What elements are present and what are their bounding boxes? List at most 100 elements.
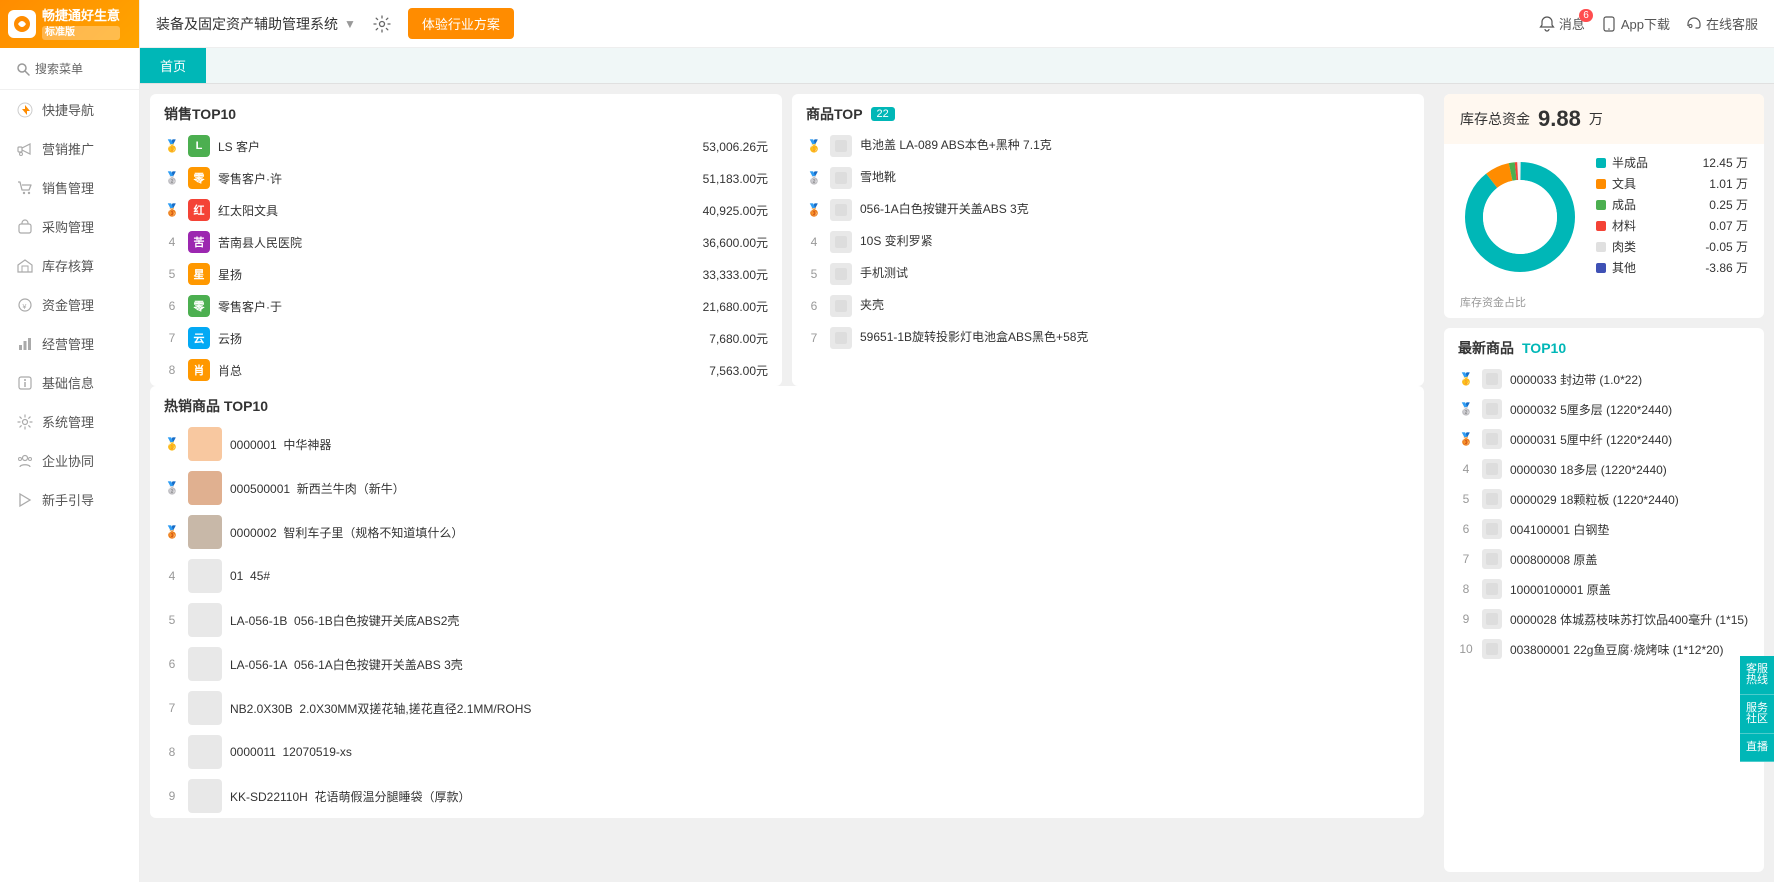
tab-bar: 首页 — [140, 48, 1774, 84]
gear-button[interactable] — [368, 10, 396, 38]
sidebar-nav: 快捷导航 营销推广 销售管理 采购管理 库存核算 — [0, 90, 139, 882]
sidebar-item-system[interactable]: 系统管理 — [0, 402, 139, 441]
new-product-3: 🥉 0000031 5厘中纤 (1220*2440) — [1444, 424, 1764, 454]
product-sale-row-3: 🥉 056-1A白色按键开关盖ABS 3克 — [792, 194, 1424, 226]
customer-row-1: 🥇 L LS 客户 53,006.26元 — [150, 130, 782, 162]
legend-meat: 肉类 -0.05 万 — [1596, 238, 1748, 255]
inventory-panel: 库存总资金 9.88 万 — [1444, 94, 1764, 318]
customer-row-4: 4 苦 苦南县人民医院 36,600.00元 — [150, 226, 782, 258]
hot-img-1 — [188, 427, 222, 461]
main-container: 装备及固定资产辅助管理系统 ▼ 体验行业方案 消息 6 App下载 在线客服 — [140, 0, 1774, 882]
avatar-4: 苦 — [188, 231, 210, 253]
customers-panel: 销售TOP10 🥇 L LS 客户 53,006.26元 🥈 零 零售客户·许 — [150, 94, 782, 386]
product-img-6 — [830, 295, 852, 317]
inventory-body: 半成品 12.45 万 文具 1.01 万 成品 0.25 万 — [1444, 144, 1764, 290]
float-btn-community[interactable]: 服务社区 — [1740, 695, 1774, 734]
search-menu-btn[interactable]: 搜索菜单 — [10, 56, 129, 81]
legend-stationery: 文具 1.01 万 — [1596, 175, 1748, 192]
product-sale-row-5: 5 手机测试 — [792, 258, 1424, 290]
megaphone-icon — [16, 140, 34, 158]
new-product-7: 7 000800008 原盖 — [1444, 544, 1764, 574]
tab-home[interactable]: 首页 — [140, 48, 206, 83]
header-right: 消息 6 App下载 在线客服 — [1539, 14, 1758, 33]
chart-icon — [16, 335, 34, 353]
hot-item-7: 7 NB2.0X30B 2.0X30MM双搓花轴,搓花直径2.1MM/ROHS — [150, 686, 1424, 730]
new-product-img-8 — [1482, 579, 1502, 599]
avatar-7: 云 — [188, 327, 210, 349]
product-img-7 — [830, 327, 852, 349]
products-badge: 22 — [871, 107, 895, 121]
new-product-5: 5 0000029 18颗粒板 (1220*2440) — [1444, 484, 1764, 514]
hot-img-9 — [188, 779, 222, 813]
avatar-6: 零 — [188, 295, 210, 317]
notifications-item[interactable]: 消息 6 — [1539, 14, 1585, 33]
sidebar-item-guide[interactable]: 新手引导 — [0, 480, 139, 519]
new-product-img-1 — [1482, 369, 1502, 389]
product-sale-row-4: 4 10S 变利罗紧 — [792, 226, 1424, 258]
customers-header: 销售TOP10 — [150, 94, 782, 130]
donut-chart — [1460, 157, 1580, 277]
customer-service-item[interactable]: 在线客服 — [1686, 14, 1758, 33]
hot-img-4 — [188, 559, 222, 593]
flash-icon — [16, 101, 34, 119]
sidebar-item-operations[interactable]: 经营管理 — [0, 324, 139, 363]
top-two-panels: 销售TOP10 🥇 L LS 客户 53,006.26元 🥈 零 零售客户·许 — [150, 94, 1424, 386]
hot-header: 热销商品 TOP10 — [150, 386, 1424, 422]
svg-text:¥: ¥ — [23, 304, 27, 311]
hot-item-3: 🥉 0000002 智利车子里（规格不知道填什么） — [150, 510, 1424, 554]
customer-row-7: 7 云 云扬 7,680.00元 — [150, 322, 782, 354]
sidebar-item-inventory[interactable]: 库存核算 — [0, 246, 139, 285]
avatar-5: 星 — [188, 263, 210, 285]
sidebar-item-enterprise[interactable]: 企业协同 — [0, 441, 139, 480]
dropdown-icon[interactable]: ▼ — [344, 17, 356, 31]
hot-products-section: 热销商品 TOP10 🥇 0000001 中华神器 🥈 000500001 新西… — [150, 386, 1424, 818]
inventory-header: 库存总资金 9.88 万 — [1444, 94, 1764, 144]
product-sale-row-1: 🥇 电池盖 LA-089 ABS本色+黑种 7.1克 — [792, 130, 1424, 162]
avatar-3: 红 — [188, 199, 210, 221]
hot-item-8: 8 0000011 12070519-xs — [150, 730, 1424, 774]
new-product-10: 10 003800001 22g鱼豆腐·烧烤味 (1*12*20) — [1444, 634, 1764, 664]
hot-img-8 — [188, 735, 222, 769]
new-product-img-5 — [1482, 489, 1502, 509]
float-buttons: 客服热线 服务社区 直播 — [1740, 656, 1774, 762]
system-title: 装备及固定资产辅助管理系统 ▼ — [156, 14, 356, 34]
float-btn-service[interactable]: 客服热线 — [1740, 656, 1774, 695]
sidebar-item-marketing[interactable]: 营销推广 — [0, 129, 139, 168]
inventory-sub-label: 库存资金占比 — [1444, 290, 1764, 318]
products-header: 商品TOP 22 — [792, 94, 1424, 130]
logo-icon — [8, 10, 36, 38]
hot-item-1: 🥇 0000001 中华神器 — [150, 422, 1424, 466]
float-btn-live[interactable]: 直播 — [1740, 734, 1774, 762]
group-icon — [16, 452, 34, 470]
rank-medal-silver: 🥈 — [164, 171, 180, 185]
legend-material: 材料 0.07 万 — [1596, 217, 1748, 234]
avatar-1: L — [188, 135, 210, 157]
sidebar-item-quick[interactable]: 快捷导航 — [0, 90, 139, 129]
hot-img-2 — [188, 471, 222, 505]
content-area: 销售TOP10 🥇 L LS 客户 53,006.26元 🥈 零 零售客户·许 — [140, 84, 1774, 882]
hot-item-2: 🥈 000500001 新西兰牛肉（新牛） — [150, 466, 1424, 510]
sidebar: 畅捷通好生意 标准版 搜索菜单 快捷导航 营销推广 销售管理 — [0, 0, 140, 882]
new-product-img-2 — [1482, 399, 1502, 419]
app-download-item[interactable]: App下载 — [1601, 14, 1670, 33]
warehouse-icon — [16, 257, 34, 275]
sidebar-item-purchase[interactable]: 采购管理 — [0, 207, 139, 246]
sidebar-item-finance[interactable]: ¥ 资金管理 — [0, 285, 139, 324]
new-product-9: 9 0000028 体城荔枝味苏打饮品400毫升 (1*15) — [1444, 604, 1764, 634]
money-icon: ¥ — [16, 296, 34, 314]
hot-item-9: 9 KK-SD22110H 花语萌假温分腿睡袋（厚款） — [150, 774, 1424, 818]
sidebar-item-basic[interactable]: 基础信息 — [0, 363, 139, 402]
sidebar-item-sales[interactable]: 销售管理 — [0, 168, 139, 207]
legend-other: 其他 -3.86 万 — [1596, 259, 1748, 276]
new-product-img-4 — [1482, 459, 1502, 479]
rank-medal-bronze: 🥉 — [164, 203, 180, 217]
sidebar-search[interactable]: 搜索菜单 — [0, 48, 139, 90]
products-panel: 商品TOP 22 🥇 电池盖 LA-089 ABS本色+黑种 7.1克 🥈 — [792, 94, 1424, 386]
new-product-1: 🥇 0000033 封边带 (1.0*22) — [1444, 364, 1764, 394]
trial-button[interactable]: 体验行业方案 — [408, 8, 514, 39]
product-img-4 — [830, 231, 852, 253]
new-product-8: 8 10000100001 原盖 — [1444, 574, 1764, 604]
new-products-header: 最新商品 TOP10 — [1444, 328, 1764, 364]
new-product-img-3 — [1482, 429, 1502, 449]
info-icon — [16, 374, 34, 392]
